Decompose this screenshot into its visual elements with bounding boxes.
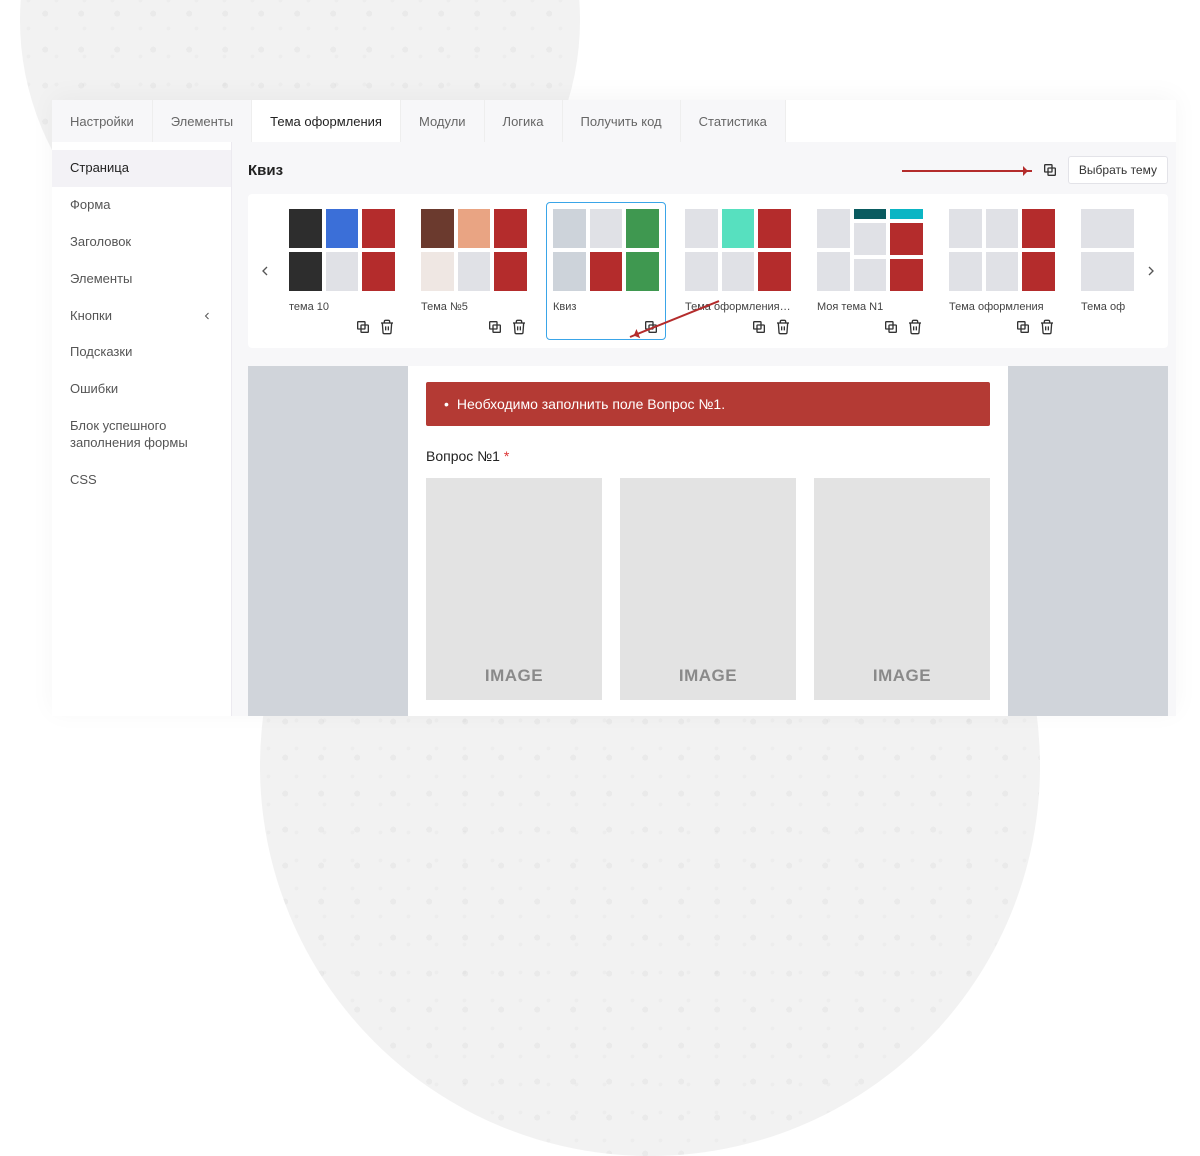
sidebar: СтраницаФормаЗаголовокЭлементыКнопкиПодс… — [52, 142, 232, 716]
app-panel: НастройкиЭлементыТема оформленияМодулиЛо… — [52, 100, 1176, 716]
copy-icon[interactable] — [751, 319, 767, 335]
theme-card-1[interactable]: Тема №5 — [414, 202, 534, 340]
panel-body: СтраницаФормаЗаголовокЭлементыКнопкиПодс… — [52, 142, 1176, 716]
top-tabs: НастройкиЭлементыТема оформленияМодулиЛо… — [52, 100, 1176, 142]
trash-icon[interactable] — [1039, 319, 1055, 335]
tab-3[interactable]: Модули — [401, 100, 485, 142]
image-options-row: IMAGEIMAGEIMAGE — [426, 478, 990, 700]
preview-area: Необходимо заполнить поле Вопрос №1. Воп… — [248, 366, 1168, 716]
sidebar-item-3[interactable]: Элементы — [52, 261, 231, 298]
chevron-left-icon — [201, 310, 213, 322]
theme-card-name: Моя тема N1 — [817, 301, 923, 313]
select-theme-button[interactable]: Выбрать тему — [1068, 156, 1168, 184]
preview-side-left — [248, 366, 408, 716]
trash-icon[interactable] — [907, 319, 923, 335]
sidebar-item-1[interactable]: Форма — [52, 187, 231, 224]
trash-icon[interactable] — [775, 319, 791, 335]
tab-1[interactable]: Элементы — [153, 100, 252, 142]
content-area: Квиз Выбрать тему тема 10 Тема №5 Квиз Тема… — [232, 142, 1176, 716]
preview-main: Необходимо заполнить поле Вопрос №1. Воп… — [408, 366, 1008, 716]
tab-5[interactable]: Получить код — [563, 100, 681, 142]
required-mark: * — [504, 448, 509, 464]
image-option-2[interactable]: IMAGE — [814, 478, 990, 700]
content-header: Квиз Выбрать тему — [248, 156, 1176, 184]
header-actions: Выбрать тему — [902, 156, 1168, 184]
copy-icon[interactable] — [487, 319, 503, 335]
theme-card-name: Тема оформления — [949, 301, 1055, 313]
tab-0[interactable]: Настройки — [52, 100, 153, 142]
sidebar-item-5[interactable]: Подсказки — [52, 334, 231, 371]
carousel-prev[interactable] — [248, 202, 282, 340]
tab-6[interactable]: Статистика — [681, 100, 786, 142]
tab-4[interactable]: Логика — [485, 100, 563, 142]
annotation-arrow-top — [902, 170, 1032, 172]
sidebar-item-6[interactable]: Ошибки — [52, 371, 231, 408]
theme-card-name: Тема №5 — [421, 301, 527, 313]
image-option-0[interactable]: IMAGE — [426, 478, 602, 700]
copy-icon[interactable] — [355, 319, 371, 335]
theme-card-0[interactable]: тема 10 — [282, 202, 402, 340]
theme-card-6[interactable]: Тема оф — [1074, 202, 1134, 340]
copy-icon[interactable] — [1042, 162, 1058, 178]
sidebar-item-4[interactable]: Кнопки — [52, 298, 231, 335]
sidebar-item-0[interactable]: Страница — [52, 150, 231, 187]
theme-card-name: Тема оф — [1081, 301, 1134, 313]
page-title: Квиз — [248, 162, 283, 179]
image-option-1[interactable]: IMAGE — [620, 478, 796, 700]
theme-card-2[interactable]: Квиз — [546, 202, 666, 340]
carousel-next[interactable] — [1134, 202, 1168, 340]
theme-card-5[interactable]: Тема оформления — [942, 202, 1062, 340]
copy-icon[interactable] — [1015, 319, 1031, 335]
sidebar-item-8[interactable]: CSS — [52, 462, 231, 499]
copy-icon[interactable] — [883, 319, 899, 335]
theme-carousel: тема 10 Тема №5 Квиз Тема оформления (... Мо… — [248, 194, 1168, 348]
error-message: Необходимо заполнить поле Вопрос №1. — [426, 382, 990, 426]
theme-card-name: Квиз — [553, 301, 659, 313]
trash-icon[interactable] — [379, 319, 395, 335]
theme-card-name: тема 10 — [289, 301, 395, 313]
tab-2[interactable]: Тема оформления — [252, 100, 401, 142]
theme-card-3[interactable]: Тема оформления (... — [678, 202, 798, 340]
question-label: Вопрос №1 * — [426, 448, 990, 464]
sidebar-item-7[interactable]: Блок успешного заполнения формы — [52, 408, 231, 462]
theme-card-4[interactable]: Моя тема N1 — [810, 202, 930, 340]
trash-icon[interactable] — [511, 319, 527, 335]
preview-side-right — [1008, 366, 1168, 716]
sidebar-item-2[interactable]: Заголовок — [52, 224, 231, 261]
